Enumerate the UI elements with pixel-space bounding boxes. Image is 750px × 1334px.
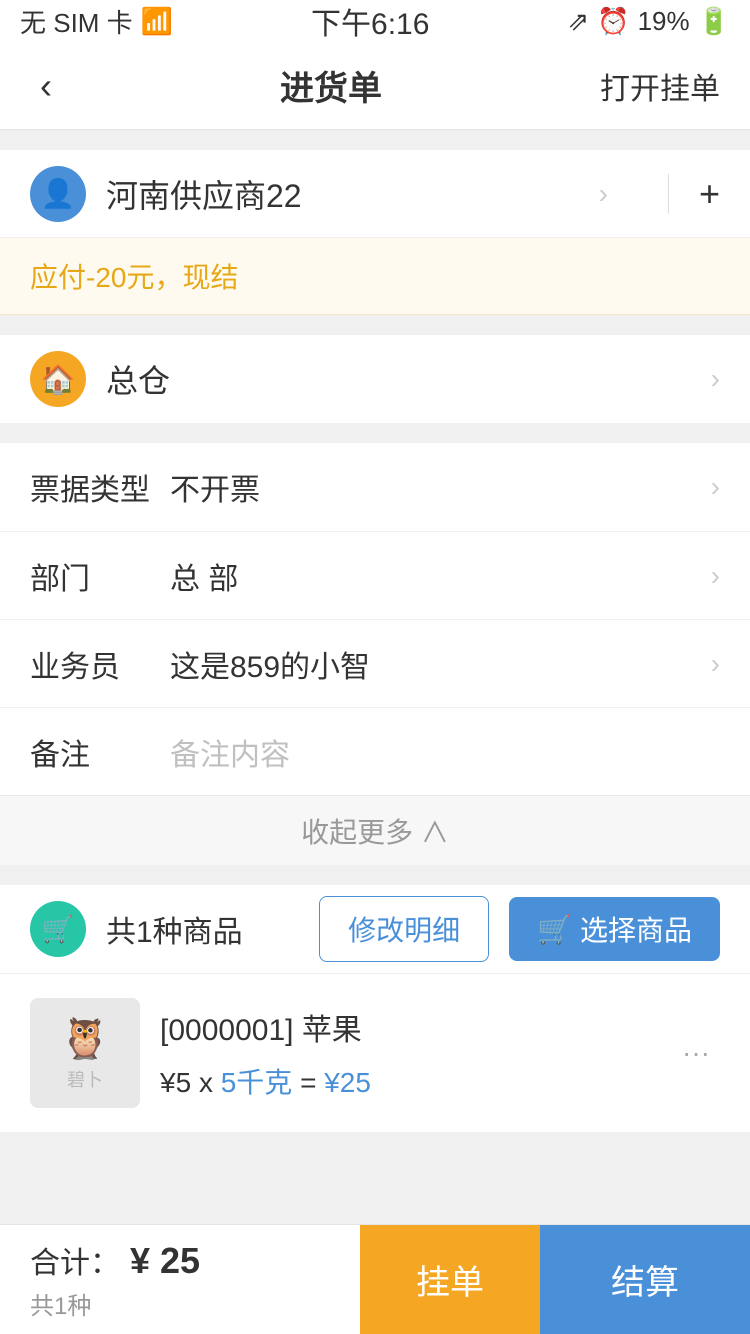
- total-main: 合计： ¥ 25: [30, 1238, 330, 1282]
- note-input[interactable]: 备注内容: [170, 730, 720, 774]
- total-amount: ¥ 25: [130, 1240, 200, 1282]
- supplier-avatar: 👤: [30, 166, 86, 222]
- chevron-right-icon: ›: [711, 363, 720, 395]
- gap-4: [0, 865, 750, 885]
- dept-row[interactable]: 部门 总 部 ›: [0, 531, 750, 619]
- ticket-value: 不开票: [170, 465, 711, 509]
- content-area: 👤 河南供应商22 › + 应付-20元，现结 🏠 总仓 › 票据类型 不开票: [0, 130, 750, 1252]
- supplier-section: 👤 河南供应商22 › + 应付-20元，现结: [0, 150, 750, 315]
- alert-row: 应付-20元，现结: [0, 238, 750, 315]
- chevron-right-icon: ›: [711, 560, 720, 592]
- thumb-icon: 🦉: [60, 1015, 110, 1062]
- product-code: [0000001]: [160, 1014, 293, 1047]
- total-label: 合计：: [30, 1238, 120, 1282]
- bottom-total: 合计： ¥ 25 共1种: [0, 1238, 360, 1321]
- location-icon: ⇗: [567, 6, 589, 37]
- note-row[interactable]: 备注 备注内容: [0, 707, 750, 795]
- hang-button[interactable]: 挂单: [360, 1225, 540, 1334]
- ticket-label: 票据类型: [30, 465, 170, 509]
- chevron-right-icon: ›: [599, 178, 608, 210]
- alarm-icon: ⏰: [597, 6, 629, 37]
- open-hang-button[interactable]: 打开挂单: [600, 64, 720, 108]
- warehouse-row[interactable]: 🏠 总仓 ›: [0, 335, 750, 423]
- select-label: 选择商品: [580, 909, 692, 949]
- add-button[interactable]: +: [699, 173, 720, 215]
- battery-icon: 🔋: [698, 6, 730, 37]
- dept-label: 部门: [30, 554, 170, 598]
- thumb-text: 碧卜: [67, 1066, 103, 1092]
- staff-row[interactable]: 业务员 这是859的小智 ›: [0, 619, 750, 707]
- battery-level: 19%: [638, 6, 690, 37]
- product-name: [0000001] 苹果: [160, 1005, 652, 1049]
- note-label: 备注: [30, 730, 170, 774]
- more-button[interactable]: ···: [672, 1027, 720, 1079]
- products-icon: 🛒: [30, 901, 86, 957]
- sim-label: 无 SIM 卡: [20, 3, 133, 40]
- ticket-type-row[interactable]: 票据类型 不开票 ›: [0, 443, 750, 531]
- equals-sign: =: [300, 1067, 324, 1098]
- staff-label: 业务员: [30, 642, 170, 686]
- gap-1: [0, 130, 750, 150]
- warehouse-name: 总仓: [106, 356, 711, 402]
- total-value: ¥25: [324, 1067, 371, 1098]
- product-item: 🦉 碧卜 [0000001] 苹果 ¥5 x 5千克 = ¥25 ···: [0, 973, 750, 1132]
- wifi-icon: 📶: [141, 6, 173, 37]
- products-header: 🛒 共1种商品 修改明细 🛒 选择商品: [0, 885, 750, 973]
- edit-detail-button[interactable]: 修改明细: [319, 896, 489, 962]
- gap-2: [0, 315, 750, 335]
- gap-3: [0, 423, 750, 443]
- staff-value: 这是859的小智: [170, 642, 711, 686]
- collapse-button[interactable]: 收起更多 ∧: [0, 795, 750, 865]
- nav-bar: ‹ 进货单 打开挂单: [0, 42, 750, 130]
- page-title: 进货单: [280, 61, 382, 110]
- status-right: ⇗ ⏰ 19% 🔋: [567, 6, 730, 37]
- supplier-name: 河南供应商22: [106, 171, 599, 217]
- total-sub: 共1种: [30, 1286, 330, 1321]
- status-left: 无 SIM 卡 📶: [20, 3, 173, 40]
- status-bar: 无 SIM 卡 📶 下午6:16 ⇗ ⏰ 19% 🔋: [0, 0, 750, 42]
- bottom-bar: 合计： ¥ 25 共1种 挂单 结算: [0, 1224, 750, 1334]
- user-icon: 👤: [41, 177, 76, 210]
- checkout-button[interactable]: 结算: [540, 1225, 750, 1334]
- divider: [668, 174, 669, 214]
- chevron-right-icon: ›: [711, 648, 720, 680]
- status-time: 下午6:16: [311, 0, 429, 43]
- select-icon: 🛒: [537, 913, 572, 946]
- product-thumbnail: 🦉 碧卜: [30, 998, 140, 1108]
- product-info: [0000001] 苹果 ¥5 x 5千克 = ¥25: [160, 1005, 652, 1101]
- warehouse-icon: 🏠: [30, 351, 86, 407]
- products-count: 共1种商品: [106, 907, 299, 951]
- back-button[interactable]: ‹: [30, 55, 62, 117]
- supplier-row[interactable]: 👤 河南供应商22 › +: [0, 150, 750, 238]
- chevron-right-icon: ›: [711, 471, 720, 503]
- form-section: 票据类型 不开票 › 部门 总 部 › 业务员 这是859的小智 › 备注 备注…: [0, 443, 750, 865]
- products-section: 🛒 共1种商品 修改明细 🛒 选择商品 🦉 碧卜 [0000001] 苹果: [0, 885, 750, 1132]
- qty-value: 5千克: [221, 1067, 293, 1098]
- home-icon: 🏠: [41, 363, 76, 396]
- cart-icon: 🛒: [42, 914, 74, 945]
- warehouse-section: 🏠 总仓 ›: [0, 335, 750, 423]
- product-title: 苹果: [302, 1014, 362, 1047]
- select-product-button[interactable]: 🛒 选择商品: [509, 897, 720, 961]
- multiply-sign: x: [199, 1067, 221, 1098]
- dept-value: 总 部: [170, 554, 711, 598]
- alert-text: 应付-20元，现结: [30, 262, 238, 293]
- price-value: ¥5: [160, 1067, 191, 1098]
- collapse-label: 收起更多 ∧: [301, 811, 449, 851]
- product-price: ¥5 x 5千克 = ¥25: [160, 1061, 652, 1101]
